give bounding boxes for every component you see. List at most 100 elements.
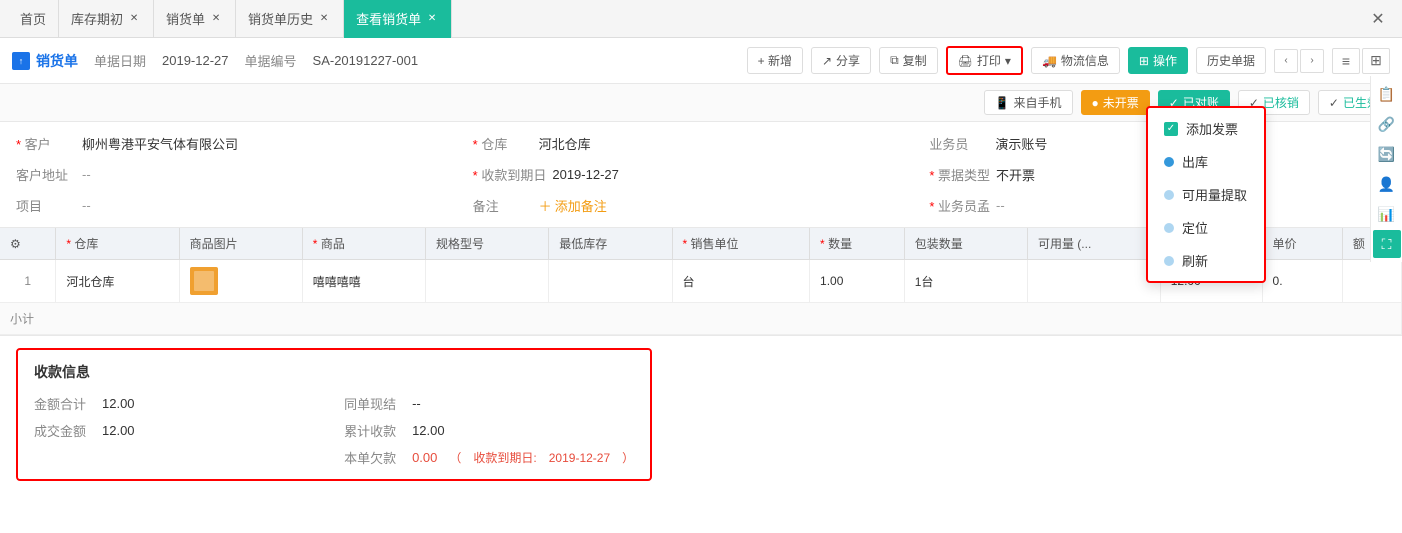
available-extract-label: 可用量提取: [1182, 185, 1247, 204]
outbound-dot: [1164, 157, 1174, 167]
owe-row: 本单欠款 0.00 （ 收款到期日: 2019-12-27 ）: [344, 448, 634, 467]
due-date-suffix: ）: [622, 449, 634, 466]
row-product: 嘻嘻嘻嘻: [302, 260, 425, 303]
payment-title: 收款信息: [34, 362, 634, 382]
tab-bar: 首页 库存期初 ✕ 销货单 ✕ 销货单历史 ✕ 查看销货单 ✕ ✕: [0, 0, 1402, 38]
effect-sale-icon: ✓: [1329, 96, 1339, 110]
tab-sales-history-close[interactable]: ✕: [317, 12, 331, 26]
cumulative-row: 累计收款 12.00: [344, 421, 634, 440]
address-value: --: [82, 167, 473, 182]
grid-view-button[interactable]: ⊞: [1362, 48, 1390, 74]
customer-label: 客户: [16, 134, 76, 153]
tab-home[interactable]: 首页: [8, 0, 59, 38]
dropdown-refresh[interactable]: 刷新: [1148, 244, 1264, 277]
tab-sales-order-close[interactable]: ✕: [209, 12, 223, 26]
tab-sales-order[interactable]: 销货单 ✕: [154, 0, 236, 38]
deal-amount-value: 12.00: [102, 423, 135, 438]
subtotal-label: 小计: [0, 303, 1402, 335]
total-row: 金额合计 12.00: [34, 394, 324, 413]
tab-sales-history[interactable]: 销货单历史 ✕: [236, 0, 344, 38]
row-pack-qty: 1台: [904, 260, 1027, 303]
new-button[interactable]: + 新增: [747, 47, 803, 74]
history-button[interactable]: 历史单据: [1196, 47, 1266, 74]
prev-arrow[interactable]: ‹: [1274, 49, 1298, 73]
col-sales-unit: 销售单位: [672, 228, 810, 260]
dropdown-add-invoice[interactable]: ✓ 添加发票: [1148, 112, 1264, 145]
deal-amount-row: 成交金额 12.00: [34, 421, 324, 440]
logistics-button[interactable]: 🚚 物流信息: [1031, 47, 1120, 74]
salesperson-label: 业务员孟: [929, 196, 990, 215]
share-button[interactable]: ↗ 分享: [811, 47, 871, 74]
col-settings[interactable]: ⚙: [0, 228, 56, 260]
payment-info: 收款信息 金额合计 12.00 同单现结 -- 成交金额 12.00 累计收款 …: [16, 348, 652, 481]
sidebar-doc-icon[interactable]: 📋: [1373, 80, 1401, 108]
operations-icon: ⊞: [1139, 54, 1149, 68]
number-value: SA-20191227-001: [313, 53, 419, 68]
warehouse-label: 仓库: [473, 134, 533, 153]
tab-bar-right: ✕: [1362, 3, 1394, 35]
cumulative-value: 12.00: [412, 423, 445, 438]
window-close-button[interactable]: ✕: [1362, 3, 1394, 35]
tab-home-label: 首页: [20, 9, 46, 28]
due-date-prefix-text: 收款到期日:: [473, 449, 536, 466]
payment-date-label: 收款到期日: [473, 165, 547, 184]
tab-inventory-init-close[interactable]: ✕: [127, 12, 141, 26]
dropdown-menu: ✓ 添加发票 出库 可用量提取 定位 刷新: [1146, 106, 1266, 283]
cumulative-label: 累计收款: [344, 421, 404, 440]
row-extra: [1342, 260, 1401, 303]
address-label: 客户地址: [16, 165, 76, 184]
col-min-stock: 最低库存: [549, 228, 672, 260]
tab-inventory-init-label: 库存期初: [71, 9, 123, 28]
due-date-value: 2019-12-27: [549, 451, 610, 465]
list-view-button[interactable]: ≡: [1332, 48, 1360, 74]
sidebar-stats-icon[interactable]: 📊: [1373, 200, 1401, 228]
from-mobile-button[interactable]: 📱 来自手机: [984, 90, 1073, 115]
subtotal-row: 小计: [0, 303, 1402, 335]
add-invoice-checkbox: ✓: [1164, 122, 1178, 136]
ticket-type-label: 票据类型: [929, 165, 990, 184]
dropdown-outbound[interactable]: 出库: [1148, 145, 1264, 178]
tab-sales-order-label: 销货单: [166, 9, 205, 28]
ticket-icon: ●: [1092, 96, 1099, 110]
doc-type-icon-text: ↑: [19, 56, 24, 66]
tab-view-sales-label: 查看销货单: [356, 9, 421, 28]
doc-title: ↑ 销货单: [12, 51, 78, 71]
tab-view-sales-close[interactable]: ✕: [425, 12, 439, 26]
doc-meta: 单据日期 2019-12-27 单据编号 SA-20191227-001: [94, 51, 418, 70]
warehouse-value: 河北仓库: [539, 134, 930, 153]
locate-label: 定位: [1182, 218, 1208, 237]
copy-button[interactable]: ⧉ 复制: [879, 47, 938, 74]
bottom-section: 收款信息 金额合计 12.00 同单现结 -- 成交金额 12.00 累计收款 …: [0, 336, 1402, 493]
row-quantity: 1.00: [810, 260, 905, 303]
logistics-icon: 🚚: [1042, 54, 1057, 68]
copy-icon: ⧉: [890, 53, 899, 68]
sidebar-user-icon[interactable]: 👤: [1373, 170, 1401, 198]
col-warehouse: 仓库: [56, 228, 179, 260]
address-field: 客户地址 --: [16, 165, 473, 184]
same-order-row: 同单现结 --: [344, 394, 634, 413]
locate-dot: [1164, 223, 1174, 233]
sidebar-expand-icon[interactable]: ⛶: [1373, 230, 1401, 258]
not-opened-button[interactable]: ● 未开票: [1081, 90, 1150, 115]
payment-grid: 金额合计 12.00 同单现结 -- 成交金额 12.00 累计收款 12.00: [34, 394, 634, 467]
date-label: 单据日期: [94, 51, 146, 70]
operations-button[interactable]: ⊞ 操作: [1128, 47, 1188, 74]
doc-type-label: 销货单: [36, 51, 78, 71]
tab-view-sales[interactable]: 查看销货单 ✕: [344, 0, 452, 38]
available-extract-dot: [1164, 190, 1174, 200]
print-button[interactable]: 🖨 打印 ▾: [946, 46, 1023, 75]
sidebar-refresh-icon[interactable]: 🔄: [1373, 140, 1401, 168]
payment-date-value: 2019-12-27: [552, 167, 929, 182]
add-note-button[interactable]: ＋ 添加备注: [539, 196, 607, 215]
row-image: [179, 260, 302, 303]
dropdown-available-extract[interactable]: 可用量提取: [1148, 178, 1264, 211]
row-seq: 1: [0, 260, 56, 303]
header-actions: + 新增 ↗ 分享 ⧉ 复制 🖨 打印 ▾ 🚚 物流信息 ⊞ 操作: [747, 46, 1390, 75]
sidebar-link-icon[interactable]: 🔗: [1373, 110, 1401, 138]
dropdown-locate[interactable]: 定位: [1148, 211, 1264, 244]
tab-sales-history-label: 销货单历史: [248, 9, 313, 28]
tab-inventory-init[interactable]: 库存期初 ✕: [59, 0, 154, 38]
total-value: 12.00: [102, 396, 135, 411]
next-arrow[interactable]: ›: [1300, 49, 1324, 73]
print-dropdown-arrow: ▾: [1005, 54, 1011, 68]
